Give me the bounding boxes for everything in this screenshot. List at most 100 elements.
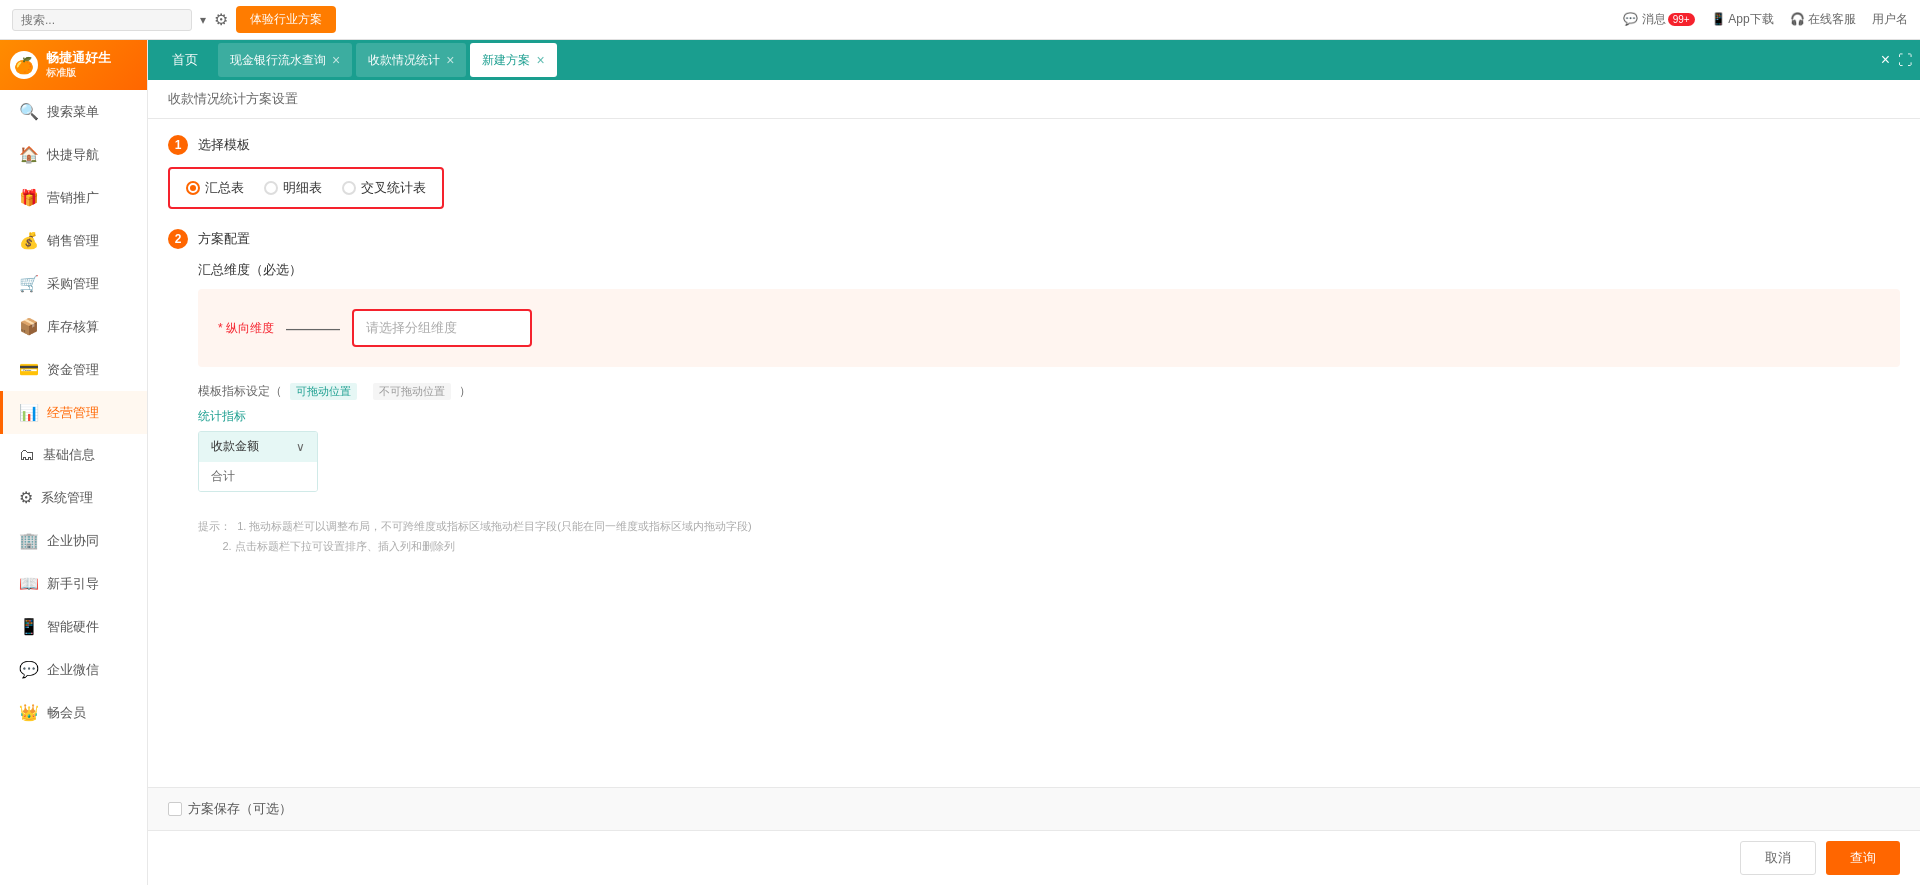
tip-area: 提示： 1. 拖动标题栏可以调整布局，不可跨维度或指标区域拖动栏目字段(只能在同… [198, 507, 1900, 567]
radio-summary[interactable]: 汇总表 [186, 179, 244, 197]
dimension-wrapper: 汇总维度（必选） * 纵向维度 ——— 请选择分组维度 [198, 261, 1900, 567]
logo-icon: 🍊 [10, 51, 38, 79]
footer-bar: 取消 查询 [148, 830, 1920, 885]
sidebar-label-sales: 销售管理 [47, 232, 99, 250]
tip-text-1: 提示： 1. 拖动标题栏可以调整布局，不可跨维度或指标区域拖动栏目字段(只能在同… [198, 517, 1900, 537]
sidebar-label-hardware: 智能硬件 [47, 618, 99, 636]
gear-icon[interactable]: ⚙ [214, 10, 228, 29]
radio-circle-detail [264, 181, 278, 195]
sidebar-label-marketing: 营销推广 [47, 189, 99, 207]
sidebar-label-nav: 快捷导航 [47, 146, 99, 164]
step2-title: 方案配置 [198, 230, 250, 248]
sidebar-item-management[interactable]: 📊 经营管理 [0, 391, 147, 434]
logo-text: 畅捷通好生 [46, 50, 111, 66]
sidebar-item-collab[interactable]: 🏢 企业协同 [0, 519, 147, 562]
sidebar-item-guide[interactable]: 📖 新手引导 [0, 562, 147, 605]
sidebar-label-purchase: 采购管理 [47, 275, 99, 293]
sidebar-logo: 🍊 畅捷通好生 标准版 [0, 40, 147, 90]
industry-btn[interactable]: 体验行业方案 [236, 6, 336, 33]
cancel-button[interactable]: 取消 [1740, 841, 1816, 875]
tab-cashflow[interactable]: 现金银行流水查询 × [218, 43, 352, 77]
tab-close-all[interactable]: × [1881, 51, 1890, 69]
step1-title: 选择模板 [198, 136, 250, 154]
dimension-select-box[interactable]: 请选择分组维度 [352, 309, 532, 347]
system-icon: ⚙ [19, 488, 33, 507]
search-icon: 🔍 [19, 102, 39, 121]
step1-section: 1 选择模板 汇总表 明细表 [168, 135, 1900, 209]
user-name[interactable]: 用户名 [1872, 11, 1908, 28]
stats-header[interactable]: 收款金额 ∨ [199, 432, 317, 461]
sidebar-label-guide: 新手引导 [47, 575, 99, 593]
radio-detail[interactable]: 明细表 [264, 179, 322, 197]
dimension-area: * 纵向维度 ——— 请选择分组维度 [198, 289, 1900, 367]
inventory-icon: 📦 [19, 317, 39, 336]
service-link[interactable]: 🎧 在线客服 [1790, 11, 1856, 28]
stats-label: 统计指标 [198, 408, 1900, 425]
sidebar-item-basic[interactable]: 🗂 基础信息 [0, 434, 147, 476]
sidebar-label-basic: 基础信息 [43, 446, 95, 464]
radio-cross[interactable]: 交叉统计表 [342, 179, 426, 197]
tab-receipt[interactable]: 收款情况统计 × [356, 43, 466, 77]
hardware-icon: 📱 [19, 617, 39, 636]
step1-num: 1 [168, 135, 188, 155]
stats-row: 合计 [199, 461, 317, 491]
page-header: 收款情况统计方案设置 [148, 80, 1920, 119]
tab-home[interactable]: 首页 [156, 40, 214, 80]
step2-section: 2 方案配置 汇总维度（必选） * 纵向维度 ——— 请选择分组维度 [168, 229, 1900, 567]
search-input[interactable] [12, 9, 192, 31]
chevron-down-icon: ∨ [296, 440, 305, 454]
tab-close-new-plan[interactable]: × [536, 53, 544, 67]
tab-new-plan[interactable]: 新建方案 × [470, 43, 556, 77]
sidebar-nav: 🔍 搜索菜单 🏠 快捷导航 🎁 营销推广 💰 销售管理 🛒 采购管理 📦 [0, 90, 147, 885]
sidebar-item-sales[interactable]: 💰 销售管理 [0, 219, 147, 262]
dimension-placeholder: 请选择分组维度 [366, 320, 457, 335]
home-icon: 🏠 [19, 145, 39, 164]
step2-header: 2 方案配置 [168, 229, 1900, 249]
tab-bar: 首页 现金银行流水查询 × 收款情况统计 × 新建方案 × × ⛶ [148, 40, 1920, 80]
sidebar-item-purchase[interactable]: 🛒 采购管理 [0, 262, 147, 305]
sales-icon: 💰 [19, 231, 39, 250]
save-checkbox[interactable] [168, 802, 182, 816]
collab-icon: 🏢 [19, 531, 39, 550]
gift-icon: 🎁 [19, 188, 39, 207]
sidebar-item-wechat[interactable]: 💬 企业微信 [0, 648, 147, 691]
sidebar-item-hardware[interactable]: 📱 智能硬件 [0, 605, 147, 648]
sidebar: 🍊 畅捷通好生 标准版 🔍 搜索菜单 🏠 快捷导航 🎁 营销推广 💰 销售管理 [0, 40, 148, 885]
wechat-icon: 💬 [19, 660, 39, 679]
download-link[interactable]: 📱 App下载 [1711, 11, 1774, 28]
tab-maximize[interactable]: ⛶ [1898, 52, 1912, 68]
tab-close-receipt[interactable]: × [446, 53, 454, 67]
step1-header: 1 选择模板 [168, 135, 1900, 155]
sidebar-label-wechat: 企业微信 [47, 661, 99, 679]
content-area: 首页 现金银行流水查询 × 收款情况统计 × 新建方案 × × ⛶ 收款情况统计… [148, 40, 1920, 885]
sidebar-label-member: 畅会员 [47, 704, 86, 722]
page-content: 收款情况统计方案设置 1 选择模板 汇总表 [148, 80, 1920, 830]
dimension-title: 汇总维度（必选） [198, 261, 1900, 279]
sidebar-label-system: 系统管理 [41, 489, 93, 507]
sidebar-label-collab: 企业协同 [47, 532, 99, 550]
sidebar-item-search[interactable]: 🔍 搜索菜单 [0, 90, 147, 133]
query-button[interactable]: 查询 [1826, 841, 1900, 875]
guide-icon: 📖 [19, 574, 39, 593]
template-select-box: 汇总表 明细表 交叉统计表 [168, 167, 444, 209]
vertical-dimension-row: * 纵向维度 ——— 请选择分组维度 [218, 309, 1880, 347]
sidebar-item-member[interactable]: 👑 畅会员 [0, 691, 147, 734]
message-link[interactable]: 💬 消息99+ [1623, 11, 1694, 28]
sidebar-label-finance: 资金管理 [47, 361, 99, 379]
sidebar-item-finance[interactable]: 💳 资金管理 [0, 348, 147, 391]
dropdown-arrow[interactable]: ▾ [200, 13, 206, 27]
tab-close-cashflow[interactable]: × [332, 53, 340, 67]
sidebar-item-system[interactable]: ⚙ 系统管理 [0, 476, 147, 519]
step2-num: 2 [168, 229, 188, 249]
sidebar-item-marketing[interactable]: 🎁 营销推广 [0, 176, 147, 219]
sidebar-item-nav[interactable]: 🏠 快捷导航 [0, 133, 147, 176]
save-checkbox-row: 方案保存（可选） [168, 800, 1900, 818]
sidebar-label-management: 经营管理 [47, 404, 99, 422]
member-icon: 👑 [19, 703, 39, 722]
message-badge: 99+ [1668, 13, 1695, 26]
non-draggable-tag: 不可拖动位置 [373, 383, 451, 400]
draggable-tag: 可拖动位置 [290, 383, 357, 400]
tab-bar-right: × ⛶ [1881, 51, 1912, 69]
arrow-icon: ——— [286, 318, 340, 339]
sidebar-item-inventory[interactable]: 📦 库存核算 [0, 305, 147, 348]
